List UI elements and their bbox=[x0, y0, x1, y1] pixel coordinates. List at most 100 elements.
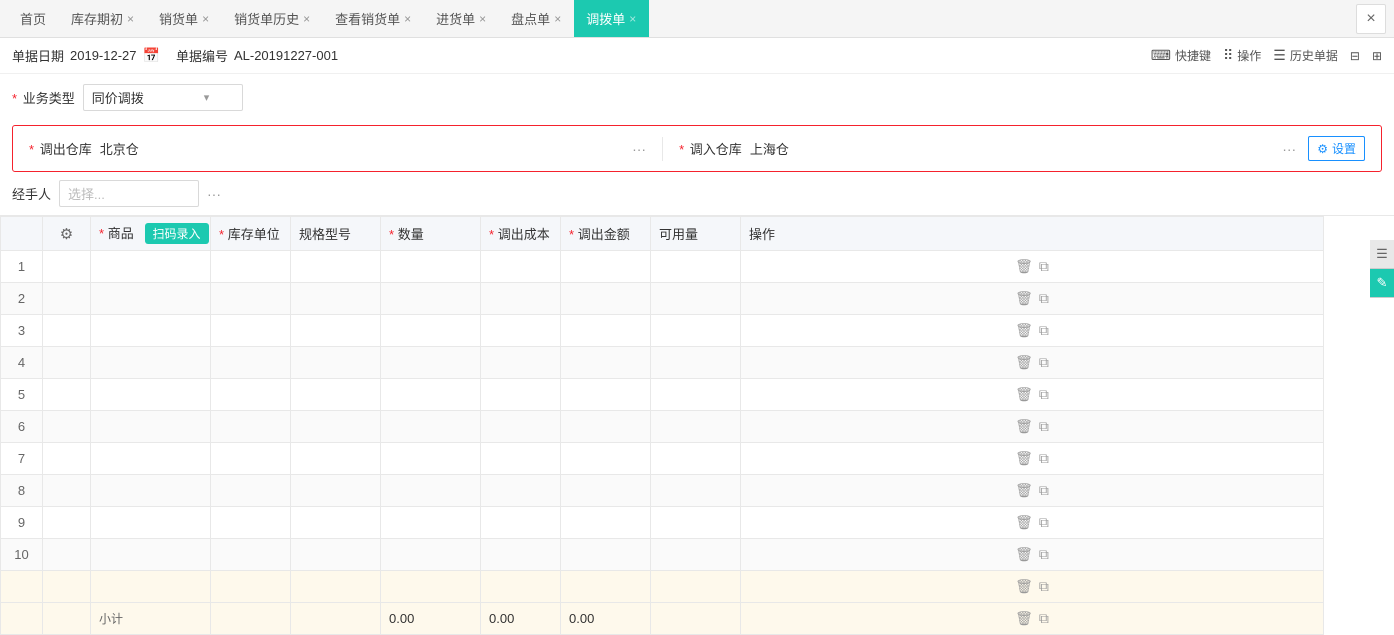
row-available-1[interactable] bbox=[651, 251, 741, 283]
row-amount-11[interactable] bbox=[561, 571, 651, 603]
delete-icon[interactable]: 🗑 bbox=[1015, 546, 1033, 563]
row-amount-1[interactable] bbox=[561, 251, 651, 283]
row-cost-1[interactable] bbox=[481, 251, 561, 283]
row-amount-2[interactable] bbox=[561, 283, 651, 315]
layout-btn2[interactable]: ⊞ bbox=[1372, 49, 1382, 63]
tab-purchase[interactable]: 进货单 × bbox=[424, 0, 499, 37]
copy-icon[interactable]: ⧉ bbox=[1039, 450, 1049, 467]
scan-btn[interactable]: 扫码录入 bbox=[145, 223, 209, 244]
copy-icon[interactable]: ⧉ bbox=[1039, 290, 1049, 307]
shortcut-btn[interactable]: ⌨ 快捷键 bbox=[1151, 47, 1211, 64]
row-available-8[interactable] bbox=[651, 475, 741, 507]
tab-inventory-init-close[interactable]: × bbox=[127, 12, 134, 26]
tab-inventory-init[interactable]: 库存期初 × bbox=[59, 0, 147, 37]
row-unit-9[interactable] bbox=[211, 507, 291, 539]
warehouse-out-more-icon[interactable]: ··· bbox=[632, 141, 646, 157]
row-available-3[interactable] bbox=[651, 315, 741, 347]
row-available-10[interactable] bbox=[651, 539, 741, 571]
row-spec-9[interactable] bbox=[291, 507, 381, 539]
row-unit-2[interactable] bbox=[211, 283, 291, 315]
settings-button[interactable]: ⚙ 设置 bbox=[1308, 136, 1365, 161]
row-available-6[interactable] bbox=[651, 411, 741, 443]
operation-btn[interactable]: ⠿ 操作 bbox=[1223, 47, 1261, 64]
delete-icon[interactable]: 🗑 bbox=[1015, 418, 1033, 435]
row-qty-2[interactable] bbox=[381, 283, 481, 315]
layout-btn1[interactable]: ⊟ bbox=[1350, 49, 1360, 63]
copy-icon[interactable]: ⧉ bbox=[1039, 354, 1049, 371]
copy-icon[interactable]: ⧉ bbox=[1039, 418, 1049, 435]
row-cost-11[interactable] bbox=[481, 571, 561, 603]
row-amount-5[interactable] bbox=[561, 379, 651, 411]
row-unit-7[interactable] bbox=[211, 443, 291, 475]
row-available-9[interactable] bbox=[651, 507, 741, 539]
copy-icon[interactable]: ⧉ bbox=[1039, 578, 1049, 595]
float-btn-edit[interactable]: ✎ bbox=[1370, 269, 1394, 298]
row-available-7[interactable] bbox=[651, 443, 741, 475]
row-spec-2[interactable] bbox=[291, 283, 381, 315]
tab-view-sales[interactable]: 查看销货单 × bbox=[323, 0, 424, 37]
subtotal-copy-icon[interactable]: ⧉ bbox=[1039, 610, 1049, 627]
row-amount-10[interactable] bbox=[561, 539, 651, 571]
tab-sales-order[interactable]: 销货单 × bbox=[147, 0, 222, 37]
row-unit-10[interactable] bbox=[211, 539, 291, 571]
tab-stocktake[interactable]: 盘点单 × bbox=[499, 0, 574, 37]
handler-select[interactable]: 选择... bbox=[59, 180, 199, 207]
row-goods-1[interactable] bbox=[91, 251, 211, 283]
copy-icon[interactable]: ⧉ bbox=[1039, 258, 1049, 275]
row-cost-4[interactable] bbox=[481, 347, 561, 379]
history-btn[interactable]: ☰ 历史单据 bbox=[1273, 47, 1338, 64]
delete-icon[interactable]: 🗑 bbox=[1015, 322, 1033, 339]
row-spec-5[interactable] bbox=[291, 379, 381, 411]
row-unit-3[interactable] bbox=[211, 315, 291, 347]
row-spec-8[interactable] bbox=[291, 475, 381, 507]
row-spec-11[interactable] bbox=[291, 571, 381, 603]
delete-icon[interactable]: 🗑 bbox=[1015, 290, 1033, 307]
delete-icon[interactable]: 🗑 bbox=[1015, 450, 1033, 467]
row-qty-6[interactable] bbox=[381, 411, 481, 443]
tab-home[interactable]: 首页 bbox=[8, 0, 59, 37]
row-unit-6[interactable] bbox=[211, 411, 291, 443]
row-qty-7[interactable] bbox=[381, 443, 481, 475]
row-goods-6[interactable] bbox=[91, 411, 211, 443]
row-amount-6[interactable] bbox=[561, 411, 651, 443]
row-cost-5[interactable] bbox=[481, 379, 561, 411]
row-goods-3[interactable] bbox=[91, 315, 211, 347]
row-qty-9[interactable] bbox=[381, 507, 481, 539]
calendar-icon[interactable]: 📅 bbox=[143, 47, 160, 64]
row-cost-9[interactable] bbox=[481, 507, 561, 539]
row-available-11[interactable] bbox=[651, 571, 741, 603]
row-amount-3[interactable] bbox=[561, 315, 651, 347]
float-btn-list[interactable]: ☰ bbox=[1370, 240, 1394, 269]
delete-icon[interactable]: 🗑 bbox=[1015, 258, 1033, 275]
row-cost-8[interactable] bbox=[481, 475, 561, 507]
row-qty-1[interactable] bbox=[381, 251, 481, 283]
row-goods-8[interactable] bbox=[91, 475, 211, 507]
row-qty-8[interactable] bbox=[381, 475, 481, 507]
row-unit-8[interactable] bbox=[211, 475, 291, 507]
window-close-button[interactable]: × bbox=[1356, 4, 1386, 34]
row-cost-7[interactable] bbox=[481, 443, 561, 475]
row-qty-10[interactable] bbox=[381, 539, 481, 571]
row-spec-10[interactable] bbox=[291, 539, 381, 571]
tab-stocktake-close[interactable]: × bbox=[554, 12, 561, 26]
row-qty-5[interactable] bbox=[381, 379, 481, 411]
business-type-select[interactable]: 同价调拨 ▾ bbox=[83, 84, 243, 111]
row-unit-4[interactable] bbox=[211, 347, 291, 379]
tab-sales-history[interactable]: 销货单历史 × bbox=[222, 0, 323, 37]
row-spec-7[interactable] bbox=[291, 443, 381, 475]
row-unit-5[interactable] bbox=[211, 379, 291, 411]
tab-sales-history-close[interactable]: × bbox=[303, 12, 310, 26]
row-goods-11[interactable] bbox=[91, 571, 211, 603]
delete-icon[interactable]: 🗑 bbox=[1015, 386, 1033, 403]
row-unit-11[interactable] bbox=[211, 571, 291, 603]
table-settings-icon[interactable]: ⚙ bbox=[60, 226, 73, 243]
tab-purchase-close[interactable]: × bbox=[479, 12, 486, 26]
row-qty-4[interactable] bbox=[381, 347, 481, 379]
subtotal-delete-icon[interactable]: 🗑 bbox=[1015, 610, 1033, 627]
col-header-settings[interactable]: ⚙ bbox=[43, 217, 91, 251]
row-goods-9[interactable] bbox=[91, 507, 211, 539]
copy-icon[interactable]: ⧉ bbox=[1039, 322, 1049, 339]
warehouse-in-more-icon[interactable]: ··· bbox=[1282, 141, 1296, 157]
copy-icon[interactable]: ⧉ bbox=[1039, 386, 1049, 403]
tab-transfer-close[interactable]: × bbox=[629, 12, 636, 26]
